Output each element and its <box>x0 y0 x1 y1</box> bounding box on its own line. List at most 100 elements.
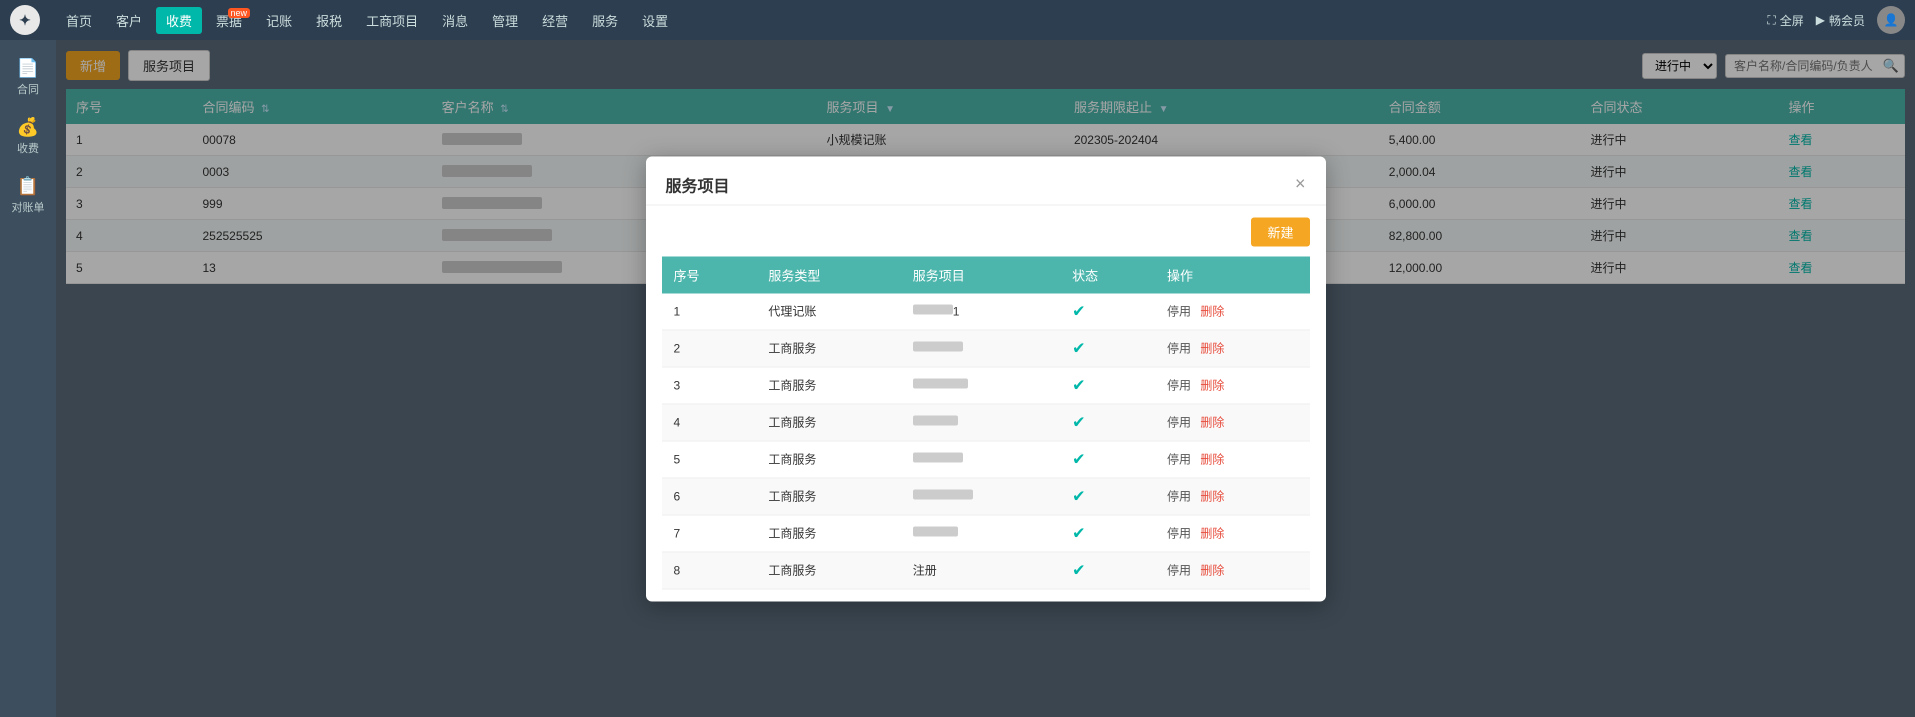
d-cell-action: 停用 删除 <box>1155 552 1309 589</box>
dialog-title: 服务项目 <box>666 172 730 196</box>
d-cell-item <box>901 478 1060 515</box>
member-button[interactable]: ▶ 畅会员 <box>1816 12 1865 29</box>
delete-button[interactable]: 删除 <box>1200 527 1224 541</box>
stop-button[interactable]: 停用 <box>1167 305 1191 319</box>
d-col-type: 服务类型 <box>756 256 900 293</box>
nav-item-bookkeeping[interactable]: 记账 <box>256 7 302 34</box>
main-content: 新增 服务项目 进行中 全部 已结束 🔍 <box>56 40 1915 717</box>
stop-button[interactable]: 停用 <box>1167 379 1191 393</box>
avatar[interactable]: 👤 <box>1877 6 1905 34</box>
dialog-table-row: 7 工商服务 ✔ 停用 删除 <box>662 515 1310 552</box>
stop-button[interactable]: 停用 <box>1167 564 1191 578</box>
status-check-icon: ✔ <box>1072 377 1085 394</box>
sidebar-item-contract[interactable]: 📄 合同 <box>0 50 56 105</box>
nav-item-tax[interactable]: 报税 <box>306 7 352 34</box>
d-cell-status: ✔ <box>1060 367 1155 404</box>
d-cell-type: 工商服务 <box>756 404 900 441</box>
nav-item-customer[interactable]: 客户 <box>106 7 152 34</box>
d-cell-type: 工商服务 <box>756 367 900 404</box>
nav-item-home[interactable]: 首页 <box>56 7 102 34</box>
dialog-table-row: 3 工商服务 ✔ 停用 删除 <box>662 367 1310 404</box>
dialog-table-row: 2 工商服务 ✔ 停用 删除 <box>662 330 1310 367</box>
status-check-icon: ✔ <box>1072 303 1085 320</box>
d-col-item: 服务项目 <box>901 256 1060 293</box>
dialog-body: 新建 序号 服务类型 服务项目 状态 操作 1 代理记账 <box>646 205 1326 601</box>
contract-icon: 📄 <box>17 58 39 79</box>
delete-button[interactable]: 删除 <box>1200 416 1224 430</box>
d-cell-type: 工商服务 <box>756 441 900 478</box>
d-cell-seq: 7 <box>662 515 757 552</box>
d-cell-action: 停用 删除 <box>1155 367 1309 404</box>
dialog-table-row: 8 工商服务 注册 ✔ 停用 删除 <box>662 552 1310 589</box>
d-cell-type: 工商服务 <box>756 330 900 367</box>
delete-button[interactable]: 删除 <box>1200 305 1224 319</box>
status-check-icon: ✔ <box>1072 488 1085 505</box>
d-cell-status: ✔ <box>1060 330 1155 367</box>
nav-item-business[interactable]: 工商项目 <box>356 7 428 34</box>
stop-button[interactable]: 停用 <box>1167 416 1191 430</box>
dialog-new-button[interactable]: 新建 <box>1251 217 1309 246</box>
status-check-icon: ✔ <box>1072 525 1085 542</box>
main-layout: 📄 合同 💰 收费 📋 对账单 新增 服务项目 进行中 全部 已结束 <box>0 40 1915 717</box>
d-cell-type: 工商服务 <box>756 515 900 552</box>
nav-item-service[interactable]: 服务 <box>582 7 628 34</box>
dialog-toolbar: 新建 <box>662 217 1310 246</box>
d-cell-seq: 8 <box>662 552 757 589</box>
nav-item-operation[interactable]: 经营 <box>532 7 578 34</box>
delete-button[interactable]: 删除 <box>1200 342 1224 356</box>
dialog-table-row: 4 工商服务 ✔ 停用 删除 <box>662 404 1310 441</box>
d-cell-item <box>901 404 1060 441</box>
service-item-dialog: 服务项目 × 新建 序号 服务类型 服务项目 状态 操作 <box>646 156 1326 601</box>
nav-item-invoice[interactable]: 票据 new <box>206 7 252 34</box>
delete-button[interactable]: 删除 <box>1200 490 1224 504</box>
nav-item-fee[interactable]: 收费 <box>156 7 202 34</box>
nav-item-manage[interactable]: 管理 <box>482 7 528 34</box>
d-cell-seq: 3 <box>662 367 757 404</box>
d-col-seq: 序号 <box>662 256 757 293</box>
dialog-table: 序号 服务类型 服务项目 状态 操作 1 代理记账 1 ✔ 停用 删除 <box>662 256 1310 589</box>
d-cell-type: 工商服务 <box>756 478 900 515</box>
delete-button[interactable]: 删除 <box>1200 453 1224 467</box>
stop-button[interactable]: 停用 <box>1167 453 1191 467</box>
sidebar-label-fee: 收费 <box>17 140 39 156</box>
d-cell-type: 工商服务 <box>756 552 900 589</box>
stop-button[interactable]: 停用 <box>1167 342 1191 356</box>
fee-icon: 💰 <box>17 117 39 138</box>
sidebar-item-statement[interactable]: 📋 对账单 <box>0 168 56 223</box>
status-check-icon: ✔ <box>1072 562 1085 579</box>
d-cell-status: ✔ <box>1060 552 1155 589</box>
nav-items: 首页 客户 收费 票据 new 记账 报税 工商项目 消息 管理 经营 服务 设… <box>56 7 1767 34</box>
d-cell-status: ✔ <box>1060 478 1155 515</box>
dialog-table-row: 5 工商服务 ✔ 停用 删除 <box>662 441 1310 478</box>
stop-button[interactable]: 停用 <box>1167 527 1191 541</box>
d-cell-action: 停用 删除 <box>1155 478 1309 515</box>
sidebar-label-statement: 对账单 <box>12 199 45 215</box>
stop-button[interactable]: 停用 <box>1167 490 1191 504</box>
d-cell-item <box>901 330 1060 367</box>
dialog-table-row: 6 工商服务 ✔ 停用 删除 <box>662 478 1310 515</box>
delete-button[interactable]: 删除 <box>1200 564 1224 578</box>
dialog-table-row: 1 代理记账 1 ✔ 停用 删除 <box>662 293 1310 330</box>
d-cell-item <box>901 367 1060 404</box>
delete-button[interactable]: 删除 <box>1200 379 1224 393</box>
fullscreen-button[interactable]: ⛶ 全屏 <box>1767 12 1803 29</box>
d-cell-seq: 4 <box>662 404 757 441</box>
status-check-icon: ✔ <box>1072 340 1085 357</box>
statement-icon: 📋 <box>17 176 39 197</box>
d-cell-item <box>901 515 1060 552</box>
sidebar-label-contract: 合同 <box>17 81 39 97</box>
dialog-close-button[interactable]: × <box>1295 174 1306 195</box>
top-navigation: ✦ 首页 客户 收费 票据 new 记账 报税 工商项目 消息 管理 经营 服务… <box>0 0 1915 40</box>
d-cell-item: 1 <box>901 293 1060 330</box>
nav-item-settings[interactable]: 设置 <box>632 7 678 34</box>
d-cell-status: ✔ <box>1060 293 1155 330</box>
sidebar: 📄 合同 💰 收费 📋 对账单 <box>0 40 56 717</box>
d-cell-status: ✔ <box>1060 515 1155 552</box>
d-cell-action: 停用 删除 <box>1155 330 1309 367</box>
app-logo: ✦ <box>10 5 40 35</box>
nav-item-message[interactable]: 消息 <box>432 7 478 34</box>
member-label: 畅会员 <box>1829 12 1865 29</box>
new-badge: new <box>228 8 251 18</box>
sidebar-item-fee[interactable]: 💰 收费 <box>0 109 56 164</box>
d-cell-seq: 1 <box>662 293 757 330</box>
